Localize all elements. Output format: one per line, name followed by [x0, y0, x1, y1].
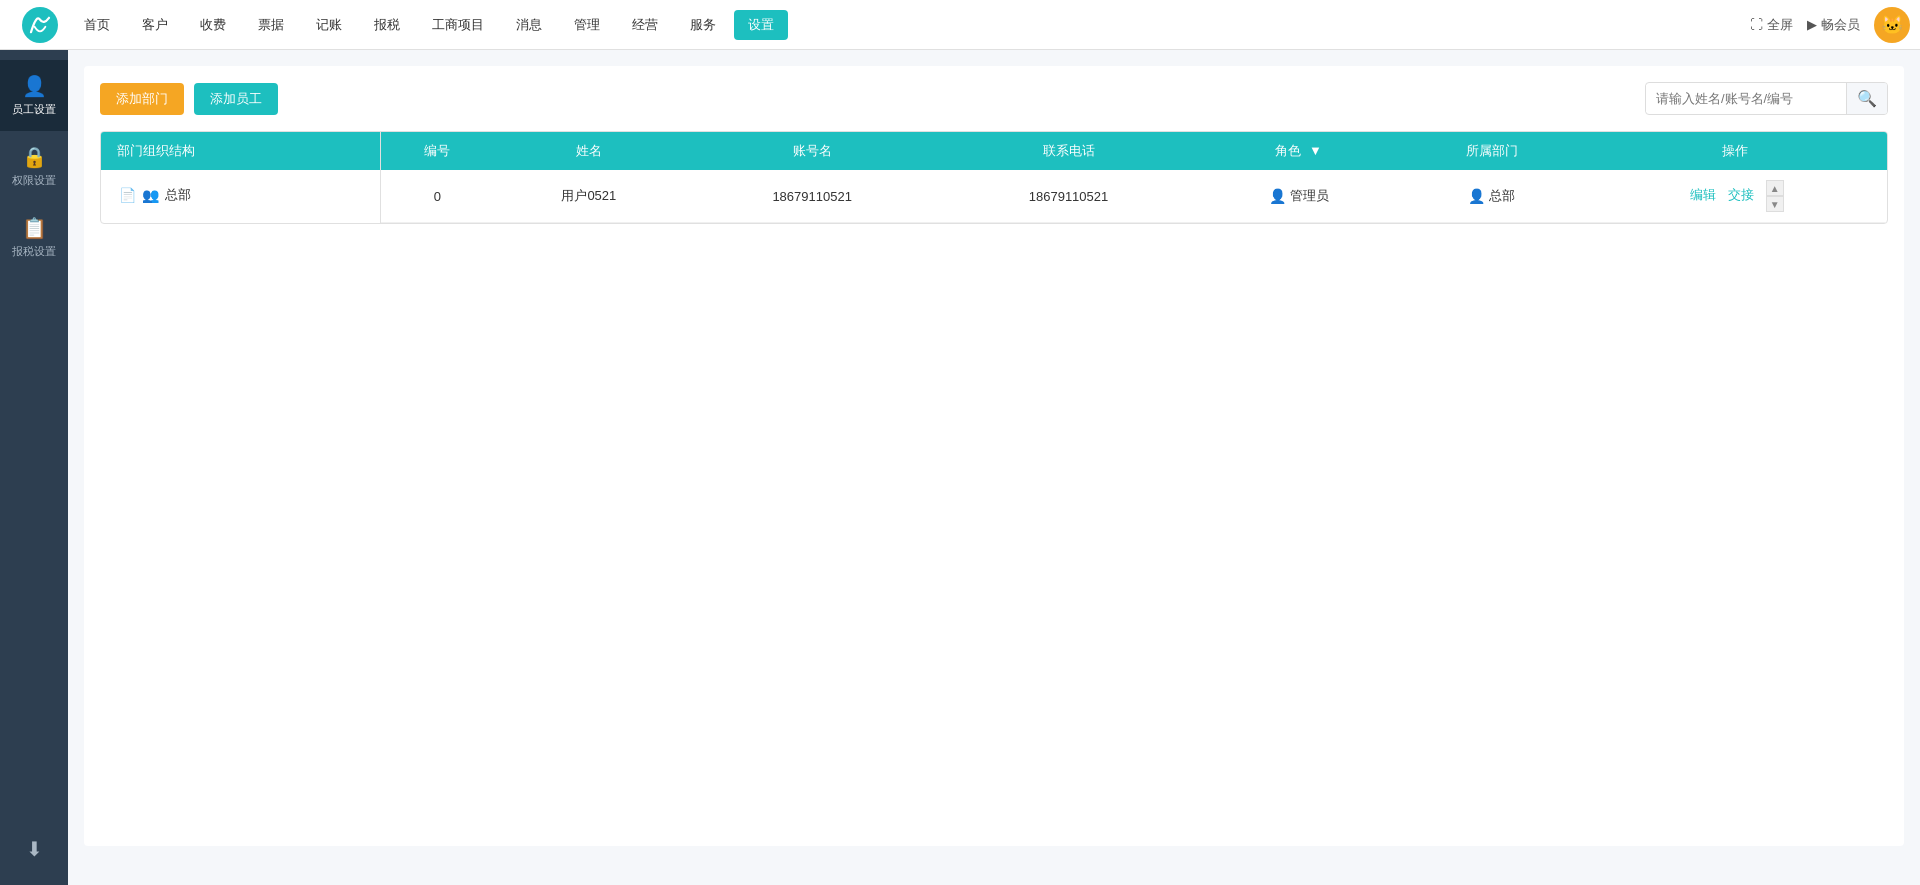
top-navigation: 首页 客户 收费 票据 记账 报税 工商项目 消息 管理 经营 服务 设置 ⛶ …: [0, 0, 1920, 50]
download-icon: ⬇: [26, 837, 43, 861]
sidebar-item-employee[interactable]: 👤 员工设置: [0, 60, 68, 131]
fullscreen-icon: ⛶: [1750, 17, 1763, 32]
dept-file-icon: 📄: [119, 187, 136, 203]
col-name: 姓名: [494, 132, 684, 170]
nav-right-area: ⛶ 全屏 ▶ 畅会员 🐱: [1750, 7, 1910, 43]
cell-role: 👤 管理员: [1197, 170, 1401, 223]
nav-msg[interactable]: 消息: [502, 10, 556, 40]
search-box: 🔍: [1645, 82, 1888, 115]
scroll-down-button[interactable]: ▼: [1766, 196, 1784, 212]
cell-account: 18679110521: [684, 170, 940, 223]
nav-ops[interactable]: 经营: [618, 10, 672, 40]
search-button[interactable]: 🔍: [1846, 83, 1887, 114]
avatar-icon: 🐱: [1881, 14, 1903, 36]
nav-client[interactable]: 客户: [128, 10, 182, 40]
content-layout: 部门组织结构 📄 👥 总部 编号 姓名 账号名: [100, 131, 1888, 224]
nav-fee[interactable]: 收费: [186, 10, 240, 40]
sidebar: 👤 员工设置 🔒 权限设置 📋 报税设置 ⬇: [0, 50, 68, 885]
fullscreen-button[interactable]: ⛶ 全屏: [1750, 16, 1793, 34]
transfer-link[interactable]: 交接: [1728, 187, 1754, 202]
search-input[interactable]: [1646, 85, 1846, 112]
col-id: 编号: [381, 132, 494, 170]
add-dept-button[interactable]: 添加部门: [100, 83, 184, 115]
table-header-row: 编号 姓名 账号名 联系电话 角色 ▼ 所属部门 操作: [381, 132, 1887, 170]
dept-user-icon: 👤: [1468, 188, 1485, 204]
nav-biz[interactable]: 工商项目: [418, 10, 498, 40]
nav-menu: 首页 客户 收费 票据 记账 报税 工商项目 消息 管理 经营 服务 设置: [70, 10, 1750, 40]
member-button[interactable]: ▶ 畅会员: [1807, 16, 1860, 34]
nav-tax[interactable]: 报税: [360, 10, 414, 40]
edit-link[interactable]: 编辑: [1690, 187, 1716, 202]
col-role: 角色 ▼: [1197, 132, 1401, 170]
col-action: 操作: [1583, 132, 1887, 170]
nav-service[interactable]: 服务: [676, 10, 730, 40]
dept-tree-body: 📄 👥 总部: [101, 170, 380, 220]
svg-point-0: [22, 7, 58, 43]
member-icon: ▶: [1807, 17, 1817, 32]
nav-manage[interactable]: 管理: [560, 10, 614, 40]
role-badge: 👤 管理员: [1269, 187, 1329, 205]
cell-dept: 👤 总部: [1401, 170, 1583, 223]
nav-account[interactable]: 记账: [302, 10, 356, 40]
sidebar-item-tax-settings[interactable]: 📋 报税设置: [0, 202, 68, 273]
employee-table: 编号 姓名 账号名 联系电话 角色 ▼ 所属部门 操作: [381, 132, 1887, 223]
avatar[interactable]: 🐱: [1874, 7, 1910, 43]
toolbar: 添加部门 添加员工 🔍: [100, 82, 1888, 115]
tax-settings-icon: 📋: [22, 216, 47, 240]
dept-user-icon: 👥: [142, 187, 159, 203]
employee-icon: 👤: [22, 74, 47, 98]
nav-home[interactable]: 首页: [70, 10, 124, 40]
col-dept: 所属部门: [1401, 132, 1583, 170]
add-emp-button[interactable]: 添加员工: [194, 83, 278, 115]
dept-tree: 部门组织结构 📄 👥 总部: [101, 132, 381, 223]
scroll-up-button[interactable]: ▲: [1766, 180, 1784, 196]
nav-bill[interactable]: 票据: [244, 10, 298, 40]
main-content: 添加部门 添加员工 🔍 部门组织结构 📄 👥 总部: [68, 50, 1920, 885]
col-phone: 联系电话: [940, 132, 1196, 170]
sidebar-item-permission[interactable]: 🔒 权限设置: [0, 131, 68, 202]
cell-phone: 18679110521: [940, 170, 1196, 223]
col-account: 账号名: [684, 132, 940, 170]
sidebar-download-button[interactable]: ⬇: [0, 823, 68, 875]
table-row: 0 用户0521 18679110521 18679110521 👤 管理员: [381, 170, 1887, 223]
cell-name: 用户0521: [494, 170, 684, 223]
dept-badge: 👤 总部: [1468, 187, 1515, 205]
cell-id: 0: [381, 170, 494, 223]
employee-table-wrap: 编号 姓名 账号名 联系电话 角色 ▼ 所属部门 操作: [381, 132, 1887, 223]
content-card: 添加部门 添加员工 🔍 部门组织结构 📄 👥 总部: [84, 66, 1904, 846]
dept-tree-header: 部门组织结构: [101, 132, 380, 170]
role-icon: 👤: [1269, 188, 1286, 204]
cell-actions: 编辑 交接 ▲ ▼: [1583, 170, 1887, 223]
dept-tree-item-root[interactable]: 📄 👥 总部: [111, 180, 370, 210]
nav-settings[interactable]: 设置: [734, 10, 788, 40]
permission-icon: 🔒: [22, 145, 47, 169]
scroll-controls: ▲ ▼: [1766, 180, 1784, 212]
sidebar-bottom: ⬇: [0, 823, 68, 885]
role-filter-icon[interactable]: ▼: [1309, 143, 1322, 158]
search-icon: 🔍: [1857, 90, 1877, 107]
logo[interactable]: [10, 7, 70, 43]
